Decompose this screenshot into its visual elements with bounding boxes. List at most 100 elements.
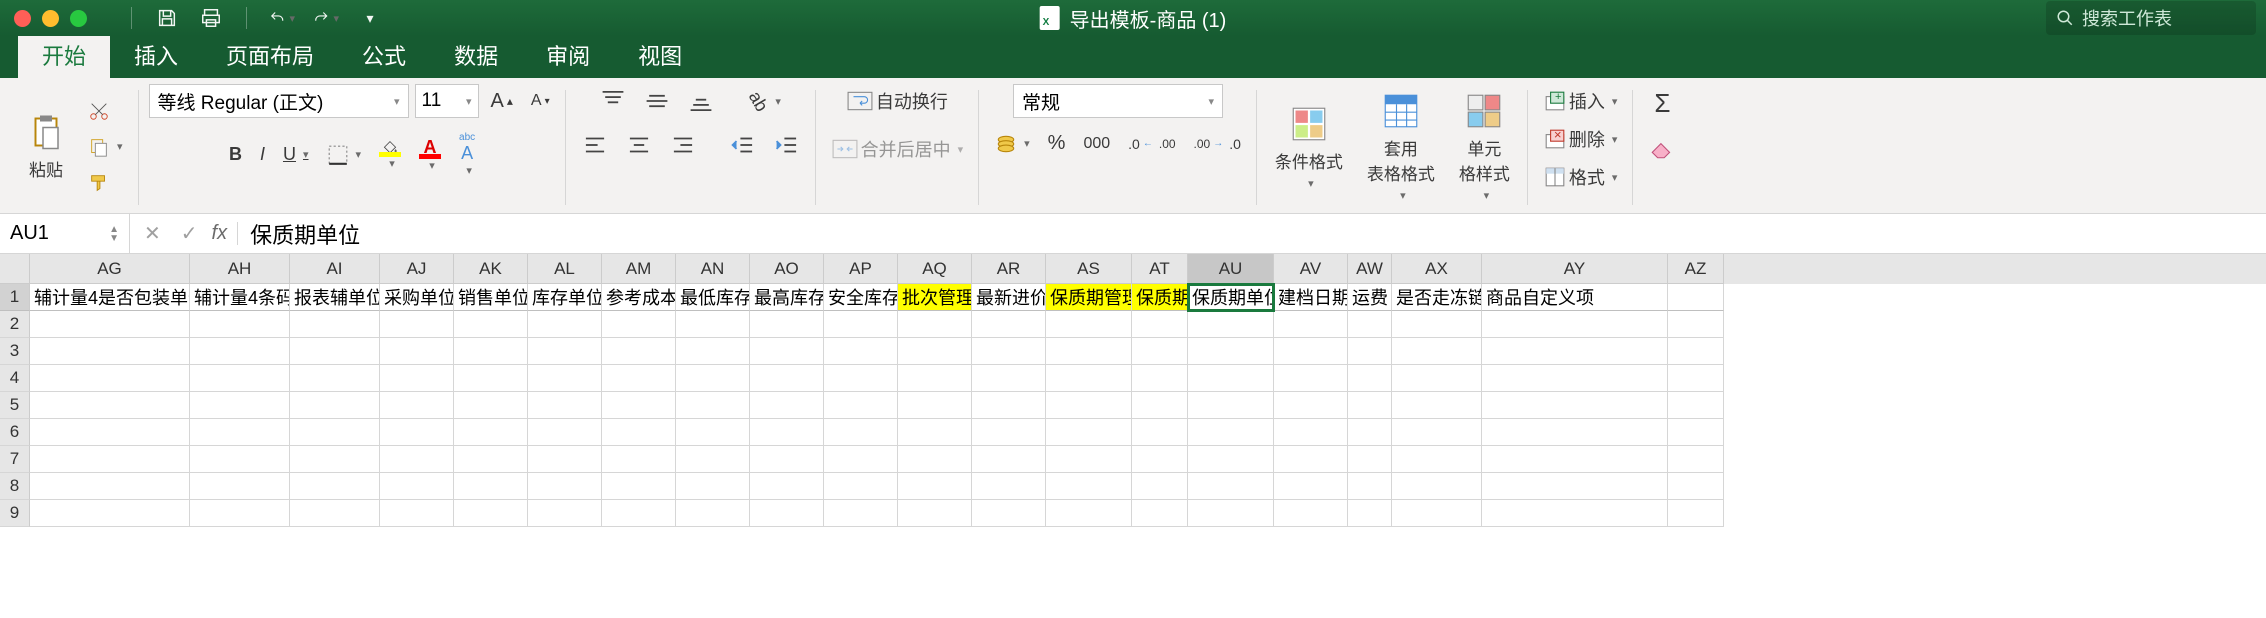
- cancel-formula-button[interactable]: ✕: [144, 221, 161, 246]
- cell-AL6[interactable]: [528, 419, 602, 446]
- fx-label[interactable]: fx: [212, 222, 239, 245]
- cell-AH9[interactable]: [190, 500, 290, 527]
- cell-AL4[interactable]: [528, 365, 602, 392]
- cell-AW9[interactable]: [1348, 500, 1392, 527]
- cell-AV2[interactable]: [1274, 311, 1348, 338]
- cell-AN6[interactable]: [676, 419, 750, 446]
- cell-AI3[interactable]: [290, 338, 380, 365]
- cell-AP1[interactable]: 安全库存: [824, 284, 898, 311]
- cell-AJ8[interactable]: [380, 473, 454, 500]
- cell-AT5[interactable]: [1132, 392, 1188, 419]
- cell-AJ3[interactable]: [380, 338, 454, 365]
- cell-styles-button[interactable]: 单元 格样式: [1451, 87, 1518, 206]
- font-size-select[interactable]: 11▾: [415, 84, 479, 118]
- cell-AT6[interactable]: [1132, 419, 1188, 446]
- delete-cells-button[interactable]: ×删除: [1538, 122, 1624, 156]
- cell-AS1[interactable]: 保质期管理: [1046, 284, 1132, 311]
- column-header-AR[interactable]: AR: [972, 254, 1046, 284]
- cell-AV7[interactable]: [1274, 446, 1348, 473]
- cell-AM1[interactable]: 参考成本: [602, 284, 676, 311]
- cell-AJ6[interactable]: [380, 419, 454, 446]
- cell-AG4[interactable]: [30, 365, 190, 392]
- formula-input[interactable]: 保质期单位: [238, 218, 2266, 250]
- cell-AU9[interactable]: [1188, 500, 1274, 527]
- cell-AP2[interactable]: [824, 311, 898, 338]
- column-header-AV[interactable]: AV: [1274, 254, 1348, 284]
- cell-AZ5[interactable]: [1668, 392, 1724, 419]
- cell-AG5[interactable]: [30, 392, 190, 419]
- increase-font-button[interactable]: A▴: [485, 86, 519, 117]
- cell-AP6[interactable]: [824, 419, 898, 446]
- merge-center-button[interactable]: 合并后居中: [826, 132, 970, 166]
- tab-审阅[interactable]: 审阅: [522, 31, 614, 78]
- align-middle-button[interactable]: [638, 84, 676, 118]
- cell-AV3[interactable]: [1274, 338, 1348, 365]
- cell-AQ1[interactable]: 批次管理: [898, 284, 972, 311]
- row-header-2[interactable]: 2: [0, 311, 30, 338]
- cell-AY1[interactable]: 商品自定义项: [1482, 284, 1668, 311]
- cell-AZ2[interactable]: [1668, 311, 1724, 338]
- row-header-3[interactable]: 3: [0, 338, 30, 365]
- cell-AJ4[interactable]: [380, 365, 454, 392]
- copy-button[interactable]: [82, 132, 129, 162]
- cell-AH6[interactable]: [190, 419, 290, 446]
- cell-AN4[interactable]: [676, 365, 750, 392]
- cell-AP4[interactable]: [824, 365, 898, 392]
- cell-AR9[interactable]: [972, 500, 1046, 527]
- cell-AN7[interactable]: [676, 446, 750, 473]
- row-header-6[interactable]: 6: [0, 419, 30, 446]
- cell-AY9[interactable]: [1482, 500, 1668, 527]
- cell-AR7[interactable]: [972, 446, 1046, 473]
- decrease-decimal-button[interactable]: .00→.0: [1188, 129, 1247, 158]
- column-header-AU[interactable]: AU: [1188, 254, 1274, 284]
- column-header-AN[interactable]: AN: [676, 254, 750, 284]
- cell-AM8[interactable]: [602, 473, 676, 500]
- cell-AY4[interactable]: [1482, 365, 1668, 392]
- increase-decimal-button[interactable]: .0←.00: [1122, 129, 1181, 158]
- cell-AV8[interactable]: [1274, 473, 1348, 500]
- cell-AM3[interactable]: [602, 338, 676, 365]
- cell-AN9[interactable]: [676, 500, 750, 527]
- cell-AZ4[interactable]: [1668, 365, 1724, 392]
- cell-AU4[interactable]: [1188, 365, 1274, 392]
- column-header-AX[interactable]: AX: [1392, 254, 1482, 284]
- cell-AH5[interactable]: [190, 392, 290, 419]
- cut-button[interactable]: [82, 96, 129, 126]
- print-icon[interactable]: [198, 5, 224, 31]
- zoom-window-button[interactable]: [70, 10, 87, 27]
- cell-AM6[interactable]: [602, 419, 676, 446]
- format-cells-button[interactable]: 格式: [1538, 160, 1624, 194]
- tab-公式[interactable]: 公式: [338, 31, 430, 78]
- cell-AS5[interactable]: [1046, 392, 1132, 419]
- accounting-format-button[interactable]: [989, 129, 1036, 159]
- column-header-AW[interactable]: AW: [1348, 254, 1392, 284]
- cell-AH1[interactable]: 辅计量4条码: [190, 284, 290, 311]
- cell-AG9[interactable]: [30, 500, 190, 527]
- cell-AL8[interactable]: [528, 473, 602, 500]
- column-header-AM[interactable]: AM: [602, 254, 676, 284]
- row-header-1[interactable]: 1: [0, 284, 30, 311]
- cell-AY7[interactable]: [1482, 446, 1668, 473]
- cell-AJ7[interactable]: [380, 446, 454, 473]
- cell-AO1[interactable]: 最高库存: [750, 284, 824, 311]
- column-header-AG[interactable]: AG: [30, 254, 190, 284]
- cell-AQ6[interactable]: [898, 419, 972, 446]
- cell-AZ6[interactable]: [1668, 419, 1724, 446]
- fill-color-button[interactable]: [373, 136, 407, 174]
- cell-AR2[interactable]: [972, 311, 1046, 338]
- decrease-font-button[interactable]: A▾: [525, 88, 556, 114]
- align-top-button[interactable]: [594, 84, 632, 118]
- cell-AT2[interactable]: [1132, 311, 1188, 338]
- cell-AZ7[interactable]: [1668, 446, 1724, 473]
- redo-button[interactable]: [313, 5, 339, 31]
- italic-button[interactable]: I: [254, 140, 271, 169]
- cell-AQ2[interactable]: [898, 311, 972, 338]
- cell-AS2[interactable]: [1046, 311, 1132, 338]
- name-box-stepper[interactable]: ▲▼: [109, 225, 119, 243]
- cell-AU8[interactable]: [1188, 473, 1274, 500]
- borders-button[interactable]: [321, 140, 368, 170]
- cell-AS6[interactable]: [1046, 419, 1132, 446]
- wrap-text-button[interactable]: 自动换行: [841, 84, 954, 118]
- cell-AK2[interactable]: [454, 311, 528, 338]
- cell-AK4[interactable]: [454, 365, 528, 392]
